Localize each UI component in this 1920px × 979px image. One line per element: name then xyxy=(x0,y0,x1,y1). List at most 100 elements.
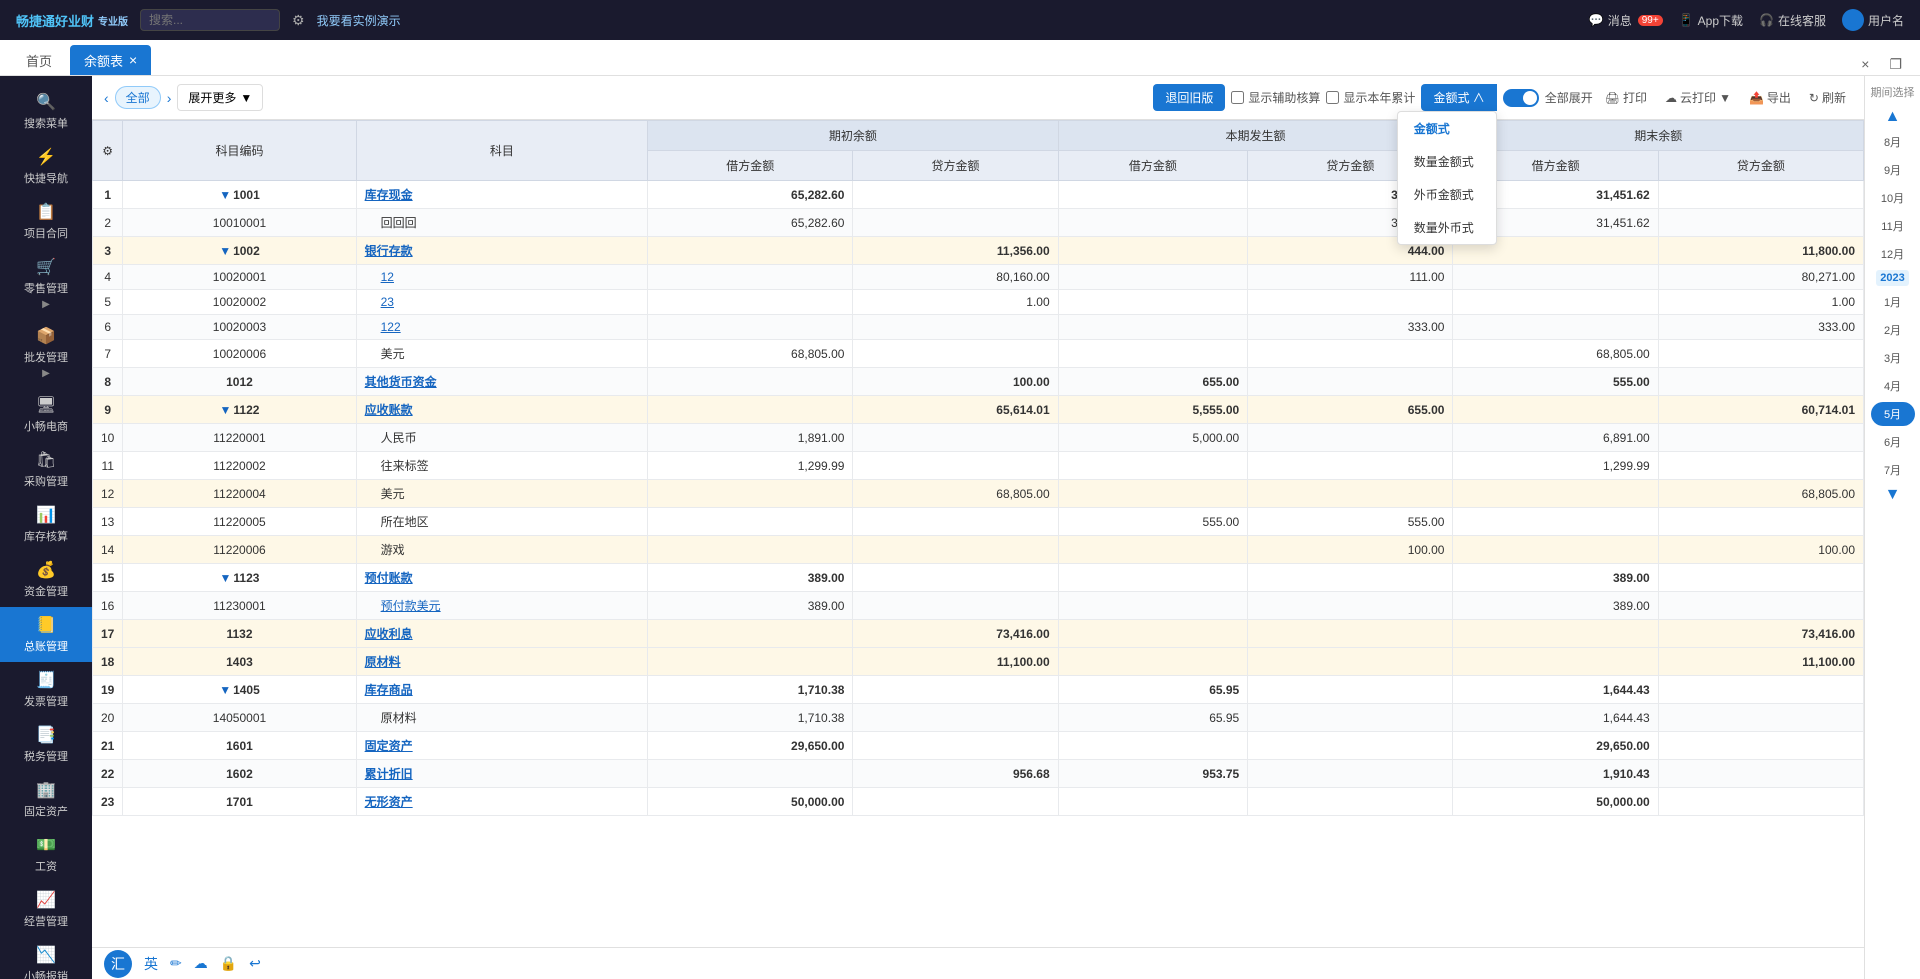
tab-balance-label: 余额表 xyxy=(84,51,123,70)
sidebar-item-quicknav[interactable]: ⚡ 快捷导航 xyxy=(0,139,92,194)
rp-down-btn[interactable]: ▼ xyxy=(1885,486,1901,504)
rp-month-9[interactable]: 9月 xyxy=(1871,158,1915,182)
rp-month-1[interactable]: 1月 xyxy=(1871,290,1915,314)
sidebar-item-project[interactable]: 📋 项目合同 xyxy=(0,194,92,249)
dropdown-item-amount[interactable]: 金额式 xyxy=(1398,112,1496,145)
style-dropdown-btn[interactable]: 金额式 ∧ xyxy=(1421,84,1496,111)
filter-next-arrow[interactable]: › xyxy=(167,90,172,106)
message-btn[interactable]: 💬 消息 99+ xyxy=(1589,12,1663,29)
tab-balance-sheet[interactable]: 余额表 × xyxy=(70,45,151,75)
row-pb_credit xyxy=(853,340,1058,368)
demo-link[interactable]: 我要看实例演示 xyxy=(317,12,401,29)
back-old-btn[interactable]: 退回旧版 xyxy=(1153,84,1225,111)
row-cp_credit xyxy=(1248,564,1453,592)
show-auxiliary-checkbox[interactable]: 显示辅助核算 xyxy=(1231,89,1320,106)
auxiliary-check[interactable] xyxy=(1231,91,1244,104)
rp-up-btn[interactable]: ▲ xyxy=(1885,108,1901,126)
edit-icon[interactable]: ✏ xyxy=(170,955,182,972)
message-label: 消息 xyxy=(1608,12,1632,29)
row-cp_credit xyxy=(1248,676,1453,704)
tab-close-btn[interactable]: × xyxy=(129,52,137,68)
print-icon: 🖨 xyxy=(1605,91,1620,105)
undo-icon[interactable]: ↩ xyxy=(249,955,261,972)
row-code: ▼1001 xyxy=(123,181,356,209)
sidebar-item-finance[interactable]: 💰 资金管理 xyxy=(0,552,92,607)
col-settings[interactable]: ⚙ xyxy=(93,121,123,181)
row-pb_credit: 1.00 xyxy=(853,290,1058,315)
rp-month-12[interactable]: 12月 xyxy=(1871,242,1915,266)
rp-month-11[interactable]: 11月 xyxy=(1871,214,1915,238)
window-restore-btn[interactable]: ❐ xyxy=(1883,54,1908,75)
sidebar-item-search[interactable]: 🔍 搜索菜单 xyxy=(0,84,92,139)
tab-home[interactable]: 首页 xyxy=(12,45,66,75)
sidebar-item-invoice[interactable]: 🧾 发票管理 xyxy=(0,662,92,717)
row-cp_debit xyxy=(1058,315,1248,340)
rp-year-2023: 2023 xyxy=(1876,270,1908,286)
filter-tag-all[interactable]: 全部 xyxy=(115,86,161,109)
refresh-icon: ↻ xyxy=(1809,91,1819,105)
row-name[interactable]: 122 xyxy=(356,315,648,340)
show-ytd-checkbox[interactable]: 显示本年累计 xyxy=(1326,89,1415,106)
user-menu[interactable]: 👤 用户名 xyxy=(1842,9,1904,31)
sidebar-item-ecommerce[interactable]: 🖥 小畅电商 xyxy=(0,387,92,442)
rp-month-2[interactable]: 2月 xyxy=(1871,318,1915,342)
row-cp_credit xyxy=(1248,480,1453,508)
row-pe_credit xyxy=(1658,209,1863,237)
top-search-input[interactable] xyxy=(140,9,280,31)
sidebar-item-wholesale[interactable]: 📦 批发管理 ▶ xyxy=(0,318,92,387)
expand-all-switch[interactable] xyxy=(1503,89,1539,107)
print-btn[interactable]: 🖨 打印 xyxy=(1599,85,1653,110)
rp-month-3[interactable]: 3月 xyxy=(1871,346,1915,370)
sidebar-item-assets[interactable]: 🏢 固定资产 xyxy=(0,772,92,827)
rp-month-4[interactable]: 4月 xyxy=(1871,374,1915,398)
dropdown-item-qty-foreign[interactable]: 数量外币式 xyxy=(1398,211,1496,244)
export-btn[interactable]: 📤 导出 xyxy=(1743,85,1797,110)
table-row: 610020003122333.00333.00 xyxy=(93,315,1864,340)
rp-month-10[interactable]: 10月 xyxy=(1871,186,1915,210)
cloud-print-btn[interactable]: ☁ 云打印 ▼ xyxy=(1659,85,1737,110)
sidebar-item-operations[interactable]: 📈 经营管理 xyxy=(0,882,92,937)
export-label: 导出 xyxy=(1767,89,1791,106)
sidebar-item-ledger[interactable]: 📒 总账管理 xyxy=(0,607,92,662)
row-pe_debit xyxy=(1453,396,1658,424)
expand-more-btn[interactable]: 展开更多 ▼ xyxy=(177,84,263,111)
row-name: 库存商品 xyxy=(356,676,648,704)
settings-icon[interactable]: ⚙ xyxy=(292,12,305,29)
rp-month-6[interactable]: 6月 xyxy=(1871,430,1915,454)
refresh-btn[interactable]: ↻ 刷新 xyxy=(1803,85,1852,110)
rp-month-7[interactable]: 7月 xyxy=(1871,458,1915,482)
row-name[interactable]: 其他货币资金 xyxy=(356,368,648,396)
rp-month-8[interactable]: 8月 xyxy=(1871,130,1915,154)
sidebar-item-reimbursement[interactable]: 📉 小畅报销 xyxy=(0,937,92,979)
table-row: 1▼1001库存现金65,282.6033,830.9831,451.62 xyxy=(93,181,1864,209)
row-pb_debit xyxy=(648,315,853,340)
sidebar-item-tax[interactable]: 📑 税务管理 xyxy=(0,717,92,772)
online-service-btn[interactable]: 🎧 在线客服 xyxy=(1759,12,1826,29)
dropdown-item-qty-amount[interactable]: 数量金额式 xyxy=(1398,145,1496,178)
row-number: 9 xyxy=(93,396,123,424)
row-pe_credit: 68,805.00 xyxy=(1658,480,1863,508)
rp-month-5[interactable]: 5月 xyxy=(1871,402,1915,426)
row-pe_credit xyxy=(1658,424,1863,452)
row-name: 应收账款 xyxy=(356,396,648,424)
lang-btn[interactable]: 英 xyxy=(144,954,158,974)
row-name[interactable]: 23 xyxy=(356,290,648,315)
row-name[interactable]: 12 xyxy=(356,265,648,290)
row-cp_credit xyxy=(1248,290,1453,315)
window-close-btn[interactable]: × xyxy=(1855,54,1875,75)
row-pe_debit: 6,891.00 xyxy=(1453,424,1658,452)
sidebar-item-salary[interactable]: 💵 工资 xyxy=(0,827,92,882)
service-icon: 🎧 xyxy=(1759,13,1774,27)
ytd-check[interactable] xyxy=(1326,91,1339,104)
currency-btn[interactable]: 汇 xyxy=(104,950,132,978)
dropdown-item-foreign-amount[interactable]: 外币金额式 xyxy=(1398,178,1496,211)
sidebar-item-retail[interactable]: 🛒 零售管理 ▶ xyxy=(0,249,92,318)
cloud-icon[interactable]: ☁ xyxy=(194,955,208,972)
sidebar-item-inventory[interactable]: 📊 库存核算 xyxy=(0,497,92,552)
app-download-btn[interactable]: 📱 App下载 xyxy=(1679,12,1743,29)
row-code: 1403 xyxy=(123,648,356,676)
filter-prev-arrow[interactable]: ‹ xyxy=(104,90,109,106)
row-name[interactable]: 预付款美元 xyxy=(356,592,648,620)
sidebar-item-purchase[interactable]: 🛍 采购管理 xyxy=(0,442,92,497)
lock-icon[interactable]: 🔒 xyxy=(220,955,237,972)
